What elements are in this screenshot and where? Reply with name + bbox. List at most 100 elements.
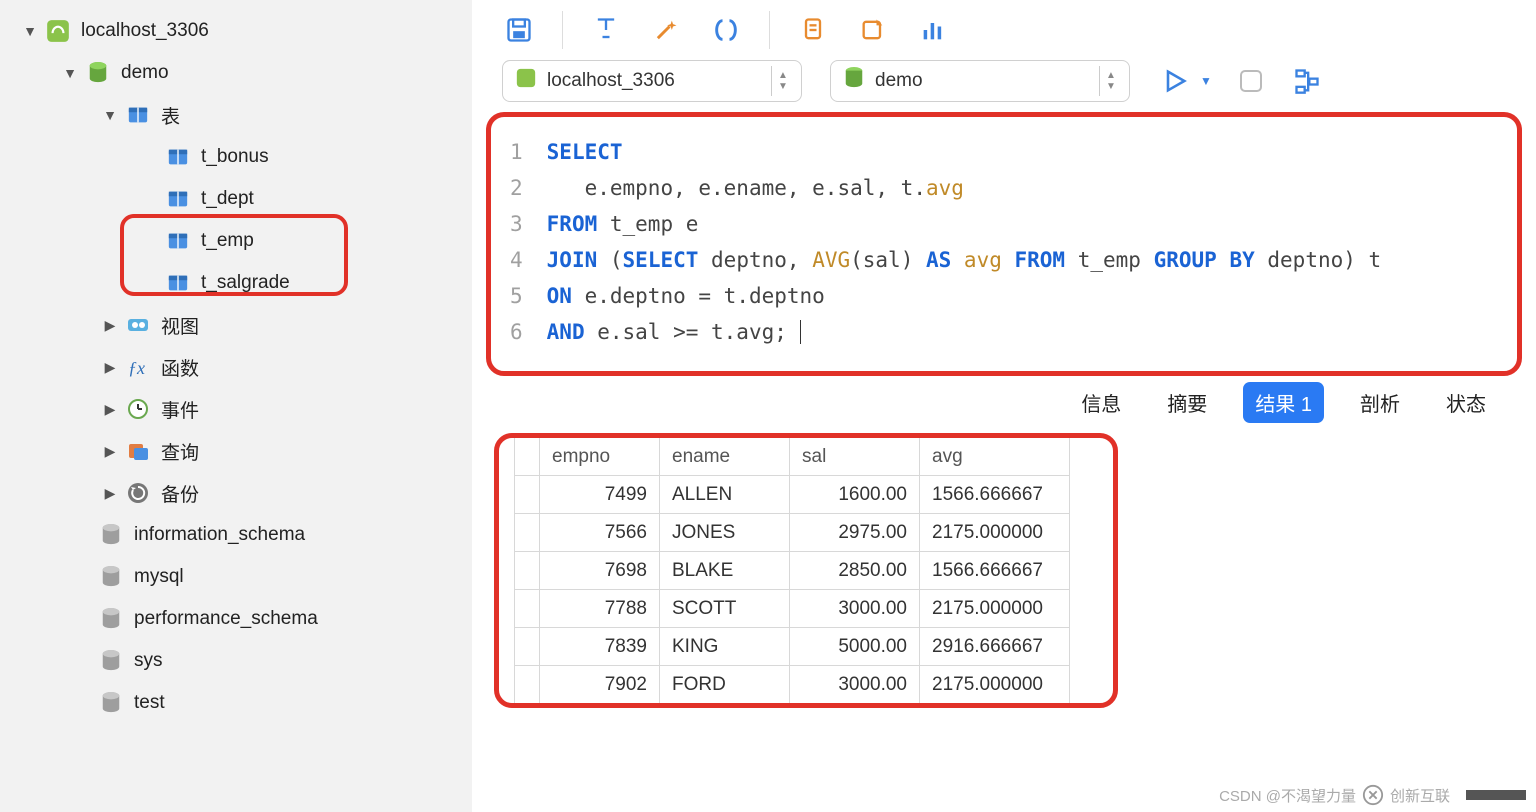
csdn-watermark: CSDN @不渴望力量	[1219, 785, 1356, 806]
table-row[interactable]: 7499ALLEN1600.001566.666667	[515, 476, 1070, 514]
logo-icon	[1362, 784, 1384, 806]
tree-database[interactable]: sys	[0, 640, 472, 682]
dropdown-arrow-icon[interactable]: ▼	[1200, 74, 1212, 88]
tree-table-item[interactable]: t_salgrade	[0, 262, 472, 304]
tree-table-item[interactable]: t_emp	[0, 220, 472, 262]
col-header[interactable]: empno	[540, 438, 660, 476]
result-tabs: 信息 摘要 结果 1 剖析 状态	[472, 372, 1536, 437]
tree-table-item[interactable]: t_dept	[0, 178, 472, 220]
tree-connection[interactable]: ▼ localhost_3306	[0, 10, 472, 52]
db-tree: ▼ localhost_3306 ▼ demo ▼ 表 t_bonus t_dep…	[0, 0, 472, 812]
result-grid: empnoenamesalavg 7499ALLEN1600.001566.66…	[490, 437, 1518, 704]
connection-name: localhost_3306	[547, 70, 753, 92]
col-header[interactable]: sal	[790, 438, 920, 476]
sql-toolbar	[472, 0, 1536, 60]
copy-button[interactable]	[796, 13, 830, 47]
col-header[interactable]: avg	[920, 438, 1070, 476]
chevron-right-icon: ▶	[95, 443, 125, 460]
tree-database[interactable]: mysql	[0, 556, 472, 598]
table-icon	[165, 270, 191, 296]
chevron-right-icon: ▶	[95, 359, 125, 376]
col-header[interactable]: ename	[660, 438, 790, 476]
connection-label: localhost_3306	[81, 20, 209, 42]
save-button[interactable]	[502, 13, 536, 47]
tree-functions[interactable]: ▶ ƒx 函数	[0, 346, 472, 388]
separator	[562, 11, 563, 49]
chart-button[interactable]	[916, 13, 950, 47]
chevron-right-icon: ▶	[95, 401, 125, 418]
tree-database[interactable]: test	[0, 682, 472, 724]
explain-button[interactable]	[1290, 64, 1324, 98]
table-name: t_emp	[201, 230, 254, 252]
run-button[interactable]	[1158, 64, 1192, 98]
magic-button[interactable]	[649, 13, 683, 47]
connection-selector[interactable]: localhost_3306 ▲▼	[502, 60, 802, 102]
database-icon	[98, 690, 124, 716]
functions-label: 函数	[161, 354, 199, 381]
connection-row: localhost_3306 ▲▼ demo ▲▼ ▼	[472, 60, 1536, 112]
table-name: t_bonus	[201, 146, 269, 168]
backup-icon	[125, 480, 151, 506]
table-icon	[165, 186, 191, 212]
database-name: demo	[875, 70, 1081, 92]
tree-database[interactable]: performance_schema	[0, 598, 472, 640]
elephant-icon	[515, 67, 537, 95]
views-icon	[125, 312, 151, 338]
table-group-icon	[125, 102, 151, 128]
table-row[interactable]: 7839KING5000.002916.666667	[515, 628, 1070, 666]
chevron-right-icon: ▶	[95, 317, 125, 334]
tree-database-demo[interactable]: ▼ demo	[0, 52, 472, 94]
tab-profile[interactable]: 剖析	[1350, 382, 1410, 423]
queries-label: 查询	[161, 438, 199, 465]
tree-queries[interactable]: ▶ 查询	[0, 430, 472, 472]
tables-group-label: 表	[161, 102, 180, 129]
table-row[interactable]: 7566JONES2975.002175.000000	[515, 514, 1070, 552]
tree-tables-group[interactable]: ▼ 表	[0, 94, 472, 136]
tab-info[interactable]: 信息	[1071, 382, 1131, 423]
db-name: sys	[134, 650, 163, 672]
db-name: information_schema	[134, 524, 305, 546]
stop-button[interactable]	[1240, 70, 1262, 92]
database-icon	[98, 648, 124, 674]
brackets-button[interactable]	[709, 13, 743, 47]
database-icon	[843, 66, 865, 96]
table-icon	[165, 228, 191, 254]
database-icon	[98, 606, 124, 632]
function-icon: ƒx	[125, 354, 151, 380]
tree-views[interactable]: ▶ 视图	[0, 304, 472, 346]
stepper-icon: ▲▼	[1099, 66, 1117, 96]
db-name: mysql	[134, 566, 184, 588]
events-label: 事件	[161, 396, 199, 423]
watermark: CSDN @不渴望力量 创新互联	[1219, 784, 1526, 806]
tab-result[interactable]: 结果 1	[1243, 382, 1324, 423]
table-name: t_salgrade	[201, 272, 290, 294]
tree-database[interactable]: information_schema	[0, 514, 472, 556]
sql-code[interactable]: SELECT e.empno, e.ename, e.sal, t.avgFRO…	[547, 134, 1382, 350]
chevron-down-icon: ▼	[95, 107, 125, 123]
export-button[interactable]	[856, 13, 890, 47]
database-selector[interactable]: demo ▲▼	[830, 60, 1130, 102]
tree-table-item[interactable]: t_bonus	[0, 136, 472, 178]
table-row[interactable]: 7698BLAKE2850.001566.666667	[515, 552, 1070, 590]
db-label: demo	[121, 62, 169, 84]
chevron-down-icon: ▼	[55, 65, 85, 81]
sql-editor[interactable]: 123 456 SELECT e.empno, e.ename, e.sal, …	[490, 116, 1518, 372]
table-row[interactable]: 7788SCOTT3000.002175.000000	[515, 590, 1070, 628]
tab-status[interactable]: 状态	[1436, 382, 1496, 423]
clock-icon	[125, 396, 151, 422]
separator	[769, 11, 770, 49]
chevron-down-icon: ▼	[15, 23, 45, 39]
main-panel: localhost_3306 ▲▼ demo ▲▼ ▼	[472, 0, 1536, 812]
tree-backup[interactable]: ▶ 备份	[0, 472, 472, 514]
backup-label: 备份	[161, 480, 199, 507]
format-button[interactable]	[589, 13, 623, 47]
line-gutter: 123 456	[510, 134, 547, 350]
table-icon	[165, 144, 191, 170]
result-table[interactable]: empnoenamesalavg 7499ALLEN1600.001566.66…	[514, 437, 1070, 704]
database-icon	[85, 60, 111, 86]
db-name: performance_schema	[134, 608, 318, 630]
table-row[interactable]: 7902FORD3000.002175.000000	[515, 666, 1070, 704]
stepper-icon: ▲▼	[771, 66, 789, 96]
tab-summary[interactable]: 摘要	[1157, 382, 1217, 423]
tree-events[interactable]: ▶ 事件	[0, 388, 472, 430]
